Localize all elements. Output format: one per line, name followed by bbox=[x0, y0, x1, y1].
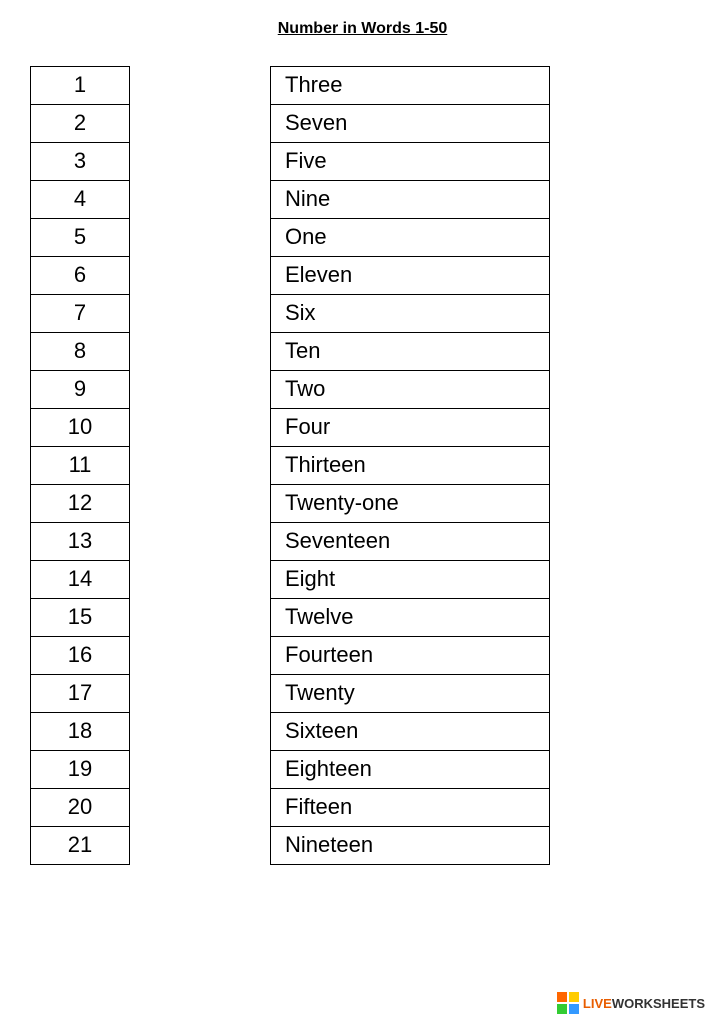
word-cell: Eighteen bbox=[271, 751, 550, 789]
number-cell: 6 bbox=[31, 257, 130, 295]
number-cell: 20 bbox=[31, 789, 130, 827]
word-cell: Seven bbox=[271, 105, 550, 143]
number-cell: 10 bbox=[31, 409, 130, 447]
number-cell: 4 bbox=[31, 181, 130, 219]
number-cell: 12 bbox=[31, 485, 130, 523]
lw-logo-icon bbox=[557, 992, 579, 1014]
word-cell: Three bbox=[271, 67, 550, 105]
numbers-table: 123456789101112131415161718192021 bbox=[30, 66, 130, 865]
word-cell: Seventeen bbox=[271, 523, 550, 561]
word-cell: Twenty bbox=[271, 675, 550, 713]
word-cell: One bbox=[271, 219, 550, 257]
word-cell: Twenty-one bbox=[271, 485, 550, 523]
word-cell: Six bbox=[271, 295, 550, 333]
number-cell: 13 bbox=[31, 523, 130, 561]
word-cell: Sixteen bbox=[271, 713, 550, 751]
word-cell: Fifteen bbox=[271, 789, 550, 827]
number-cell: 1 bbox=[31, 67, 130, 105]
number-cell: 18 bbox=[31, 713, 130, 751]
number-cell: 5 bbox=[31, 219, 130, 257]
number-cell: 9 bbox=[31, 371, 130, 409]
page-title: Number in Words 1-50 bbox=[0, 0, 725, 56]
number-cell: 8 bbox=[31, 333, 130, 371]
word-cell: Five bbox=[271, 143, 550, 181]
number-cell: 7 bbox=[31, 295, 130, 333]
number-cell: 19 bbox=[31, 751, 130, 789]
number-cell: 3 bbox=[31, 143, 130, 181]
word-cell: Eight bbox=[271, 561, 550, 599]
word-cell: Thirteen bbox=[271, 447, 550, 485]
words-table: ThreeSevenFiveNineOneElevenSixTenTwoFour… bbox=[270, 66, 550, 865]
word-cell: Nineteen bbox=[271, 827, 550, 865]
number-cell: 21 bbox=[31, 827, 130, 865]
number-cell: 16 bbox=[31, 637, 130, 675]
liveworksheets-badge: LIVEWORKSHEETS bbox=[557, 992, 705, 1014]
word-cell: Twelve bbox=[271, 599, 550, 637]
word-cell: Fourteen bbox=[271, 637, 550, 675]
number-cell: 11 bbox=[31, 447, 130, 485]
word-cell: Eleven bbox=[271, 257, 550, 295]
number-cell: 14 bbox=[31, 561, 130, 599]
content-area: 123456789101112131415161718192021 ThreeS… bbox=[0, 56, 725, 875]
word-cell: Ten bbox=[271, 333, 550, 371]
word-cell: Two bbox=[271, 371, 550, 409]
number-cell: 17 bbox=[31, 675, 130, 713]
word-cell: Nine bbox=[271, 181, 550, 219]
word-cell: Four bbox=[271, 409, 550, 447]
number-cell: 15 bbox=[31, 599, 130, 637]
lw-brand-text: LIVEWORKSHEETS bbox=[583, 996, 705, 1011]
number-cell: 2 bbox=[31, 105, 130, 143]
